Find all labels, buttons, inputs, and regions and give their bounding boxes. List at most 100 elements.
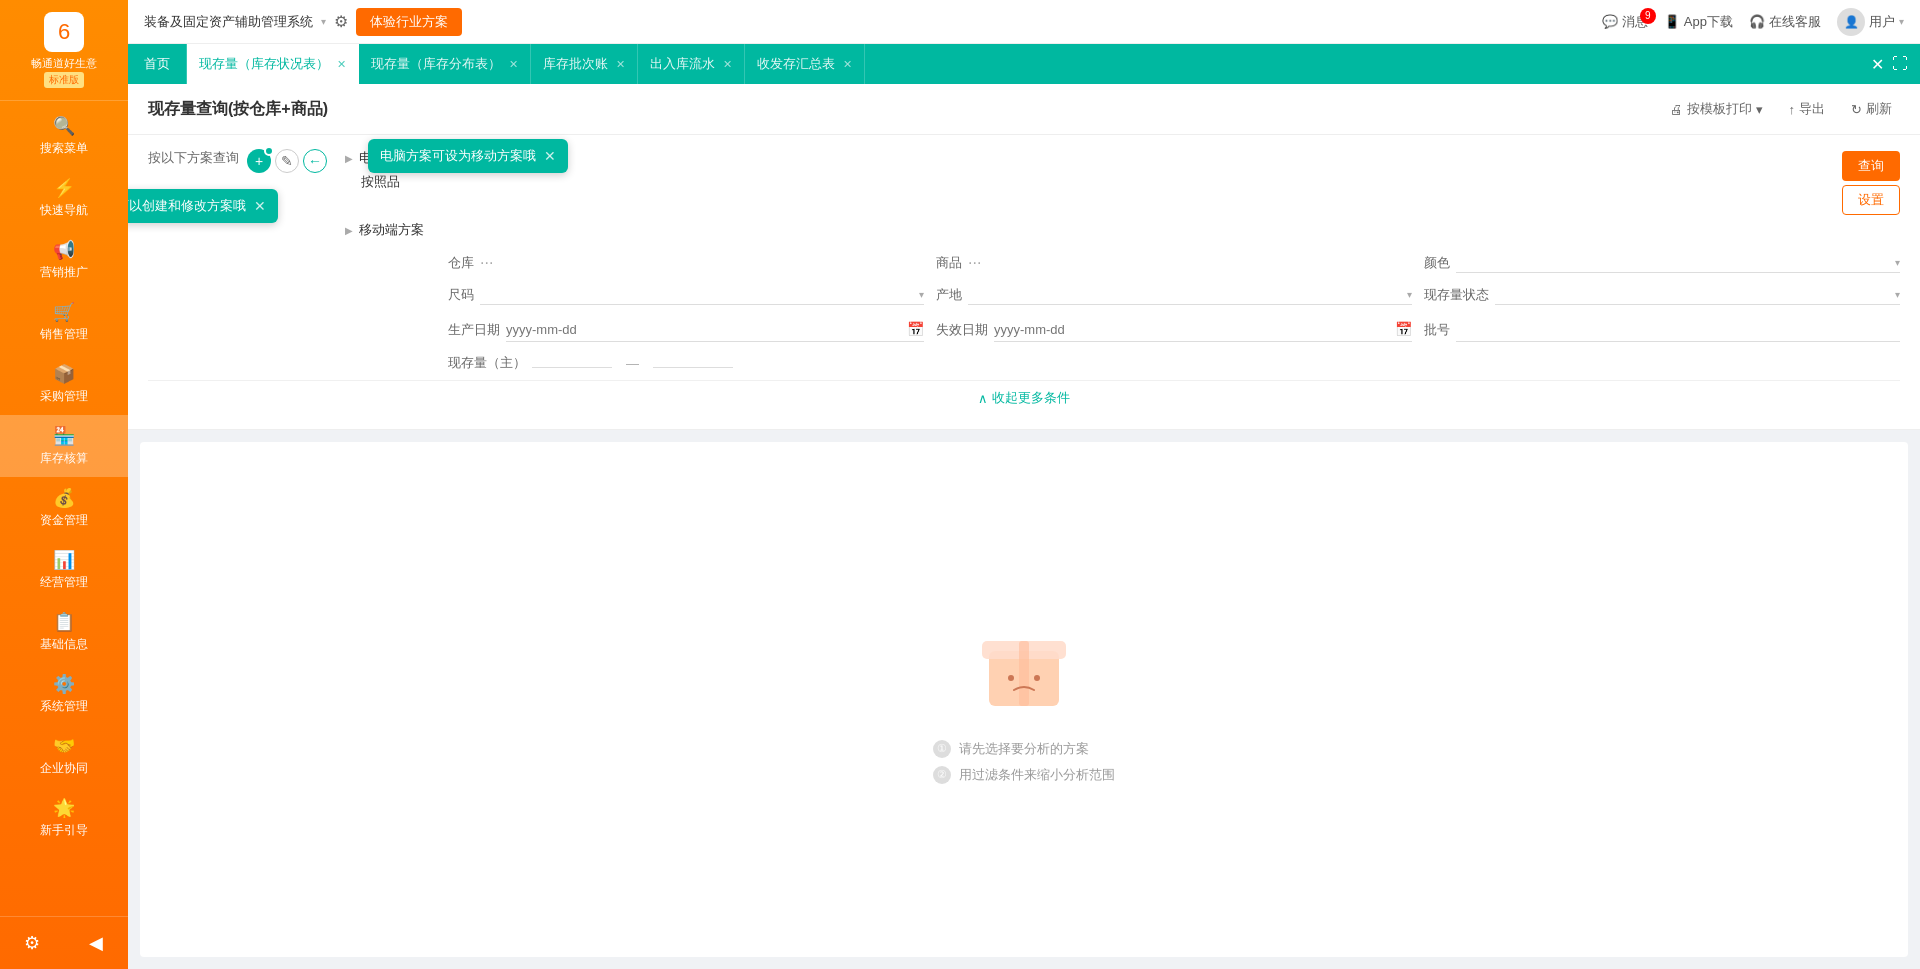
online-service-button[interactable]: 🎧 在线客服 <box>1749 13 1821 31</box>
empty-hint-2: ② 用过滤条件来缩小分析范围 <box>933 766 1115 784</box>
export-button[interactable]: ↑ 导出 <box>1781 96 1834 122</box>
scheme-item-desktop[interactable]: 按照品 <box>361 173 424 191</box>
tooltip-text: 电脑方案可设为移动方案哦 <box>380 147 536 165</box>
header-left: 装备及固定资产辅助管理系统 ▾ ⚙ 体验行业方案 <box>144 8 1602 36</box>
search-icon: 🔍 <box>53 115 75 137</box>
batch-no-input[interactable] <box>1456 318 1900 342</box>
inv-status-select[interactable]: ▾ <box>1495 285 1900 305</box>
sidebar-item-operation[interactable]: 📊 经营管理 <box>0 539 128 601</box>
empty-hint-1-text: 请先选择要分析的方案 <box>959 740 1089 758</box>
scheme-group-mobile[interactable]: ▶ 移动端方案 <box>345 221 424 239</box>
tab-label: 库存批次账 <box>543 55 608 73</box>
tab-inventory-dist[interactable]: 现存量（库存分布表） ✕ <box>359 44 531 84</box>
sidebar-item-corp[interactable]: 🤝 企业协同 <box>0 725 128 787</box>
sidebar-item-search[interactable]: 🔍 搜索菜单 <box>0 105 128 167</box>
settings-button[interactable]: ⚙ <box>16 927 48 959</box>
avatar: 👤 <box>1837 8 1865 36</box>
color-select[interactable]: ▾ <box>1456 253 1900 273</box>
warehouse-dots[interactable]: ··· <box>480 254 493 272</box>
system-dropdown-icon[interactable]: ▾ <box>321 16 326 27</box>
app-badge: 标准版 <box>44 72 84 88</box>
sidebar-item-label: 基础信息 <box>40 636 88 653</box>
query-button[interactable]: 查询 <box>1842 151 1900 181</box>
export-icon: ↑ <box>1789 102 1796 117</box>
refresh-button[interactable]: ↻ 刷新 <box>1843 96 1900 122</box>
tab-close-icon[interactable]: ✕ <box>616 58 625 71</box>
sidebar-item-label: 快速导航 <box>40 202 88 219</box>
collapse-sidebar-button[interactable]: ◀ <box>80 927 112 959</box>
filter-row-3: 生产日期 📅 失效日期 📅 批号 <box>448 317 1900 342</box>
tab-close-all-icon[interactable]: ✕ <box>1871 55 1884 74</box>
expire-date-calendar-icon[interactable]: 📅 <box>1395 321 1412 337</box>
app-logo: 6 畅通道好生意 标准版 <box>0 0 128 101</box>
main-area: 装备及固定资产辅助管理系统 ▾ ⚙ 体验行业方案 💬 消息 9 📱 App下载 … <box>128 0 1920 969</box>
empty-svg <box>964 616 1084 716</box>
sidebar-item-marketing[interactable]: 📢 营销推广 <box>0 229 128 291</box>
reset-button[interactable]: 设置 <box>1842 185 1900 215</box>
sidebar-item-finance[interactable]: 💰 资金管理 <box>0 477 128 539</box>
sidebar-item-newbie[interactable]: 🌟 新手引导 <box>0 787 128 849</box>
field-inventory-status: 现存量状态 ▾ <box>1424 285 1900 305</box>
print-label: 按模板打印 <box>1687 100 1752 118</box>
collapse-label: 收起更多条件 <box>992 389 1070 407</box>
filter-label: 按以下方案查询 <box>148 149 239 167</box>
logo-icon: 6 <box>44 12 84 52</box>
tab-label: 现存量（库存状况表） <box>199 55 329 73</box>
inv-status-dropdown-icon: ▾ <box>1895 289 1900 300</box>
field-color: 颜色 ▾ <box>1424 253 1900 273</box>
tab-bar: 首页 现存量（库存状况表） ✕ 现存量（库存分布表） ✕ 库存批次账 ✕ 出入库… <box>128 44 1920 84</box>
print-button[interactable]: 🖨 按模板打印 ▾ <box>1662 96 1771 122</box>
sidebar-item-quicknav[interactable]: ⚡ 快速导航 <box>0 167 128 229</box>
expire-date-input[interactable] <box>994 322 1395 337</box>
inventory-icon: 🏪 <box>53 425 75 447</box>
tab-home[interactable]: 首页 <box>128 44 187 84</box>
user-menu[interactable]: 👤 用户 ▾ <box>1837 8 1904 36</box>
scheme-arrow-button[interactable]: ← <box>303 149 327 173</box>
sidebar-item-basic[interactable]: 📋 基础信息 <box>0 601 128 663</box>
content-area: 现存量查询(按仓库+商品) 🖨 按模板打印 ▾ ↑ 导出 ↻ 刷新 <box>128 84 1920 969</box>
tab-inventory-batch[interactable]: 库存批次账 ✕ <box>531 44 638 84</box>
user-dropdown-icon: ▾ <box>1899 16 1904 27</box>
sidebar-item-label: 新手引导 <box>40 822 88 839</box>
tab-inventory-status[interactable]: 现存量（库存状况表） ✕ <box>187 44 359 84</box>
filter-fields: 仓库 ··· 商品 ··· 颜色 ▾ <box>448 253 1900 372</box>
tab-inout-flow[interactable]: 出入库流水 ✕ <box>638 44 745 84</box>
tab-bar-actions: ✕ ⛶ <box>1871 55 1920 74</box>
tab-close-icon[interactable]: ✕ <box>843 58 852 71</box>
header-gear-icon[interactable]: ⚙ <box>334 12 348 31</box>
svg-point-4 <box>1034 675 1040 681</box>
sidebar-item-system[interactable]: ⚙️ 系统管理 <box>0 663 128 725</box>
tab-close-icon[interactable]: ✕ <box>723 58 732 71</box>
marketing-icon: 📢 <box>53 239 75 261</box>
message-button[interactable]: 💬 消息 9 <box>1602 13 1648 31</box>
tab-close-icon[interactable]: ✕ <box>337 58 346 71</box>
collapse-filter-bar[interactable]: ∧ 收起更多条件 <box>148 380 1900 415</box>
add-scheme-button[interactable]: + <box>247 149 271 173</box>
color-dropdown-icon: ▾ <box>1895 257 1900 268</box>
empty-hints: ① 请先选择要分析的方案 ② 用过滤条件来缩小分析范围 <box>933 740 1115 784</box>
tab-expand-icon[interactable]: ⛶ <box>1892 55 1908 73</box>
produce-date-calendar-icon[interactable]: 📅 <box>907 321 924 337</box>
tab-home-label: 首页 <box>144 55 170 73</box>
sidebar-item-purchase[interactable]: 📦 采购管理 <box>0 353 128 415</box>
system-icon: ⚙️ <box>53 673 75 695</box>
tooltip-close-icon[interactable]: ✕ <box>254 198 266 214</box>
origin-select[interactable]: ▾ <box>968 285 1412 305</box>
sidebar-item-inventory[interactable]: 🏪 库存核算 <box>0 415 128 477</box>
sidebar-item-label: 企业协同 <box>40 760 88 777</box>
sidebar-item-label: 采购管理 <box>40 388 88 405</box>
tab-recv-summary[interactable]: 收发存汇总表 ✕ <box>745 44 865 84</box>
empty-illustration <box>964 616 1084 716</box>
edit-scheme-button[interactable]: ✎ <box>275 149 299 173</box>
size-select[interactable]: ▾ <box>480 285 924 305</box>
sidebar-bottom: ⚙ ◀ <box>0 916 128 969</box>
tab-close-icon[interactable]: ✕ <box>509 58 518 71</box>
trial-button[interactable]: 体验行业方案 <box>356 8 462 36</box>
sidebar-item-sales[interactable]: 🛒 销售管理 <box>0 291 128 353</box>
tooltip-add-scheme: 电脑方案可设为移动方案哦 ✕ <box>368 139 568 173</box>
produce-date-input[interactable] <box>506 322 907 337</box>
tab-label: 出入库流水 <box>650 55 715 73</box>
app-download-button[interactable]: 📱 App下载 <box>1664 13 1733 31</box>
tooltip-close-icon[interactable]: ✕ <box>544 148 556 164</box>
product-dots[interactable]: ··· <box>968 254 981 272</box>
